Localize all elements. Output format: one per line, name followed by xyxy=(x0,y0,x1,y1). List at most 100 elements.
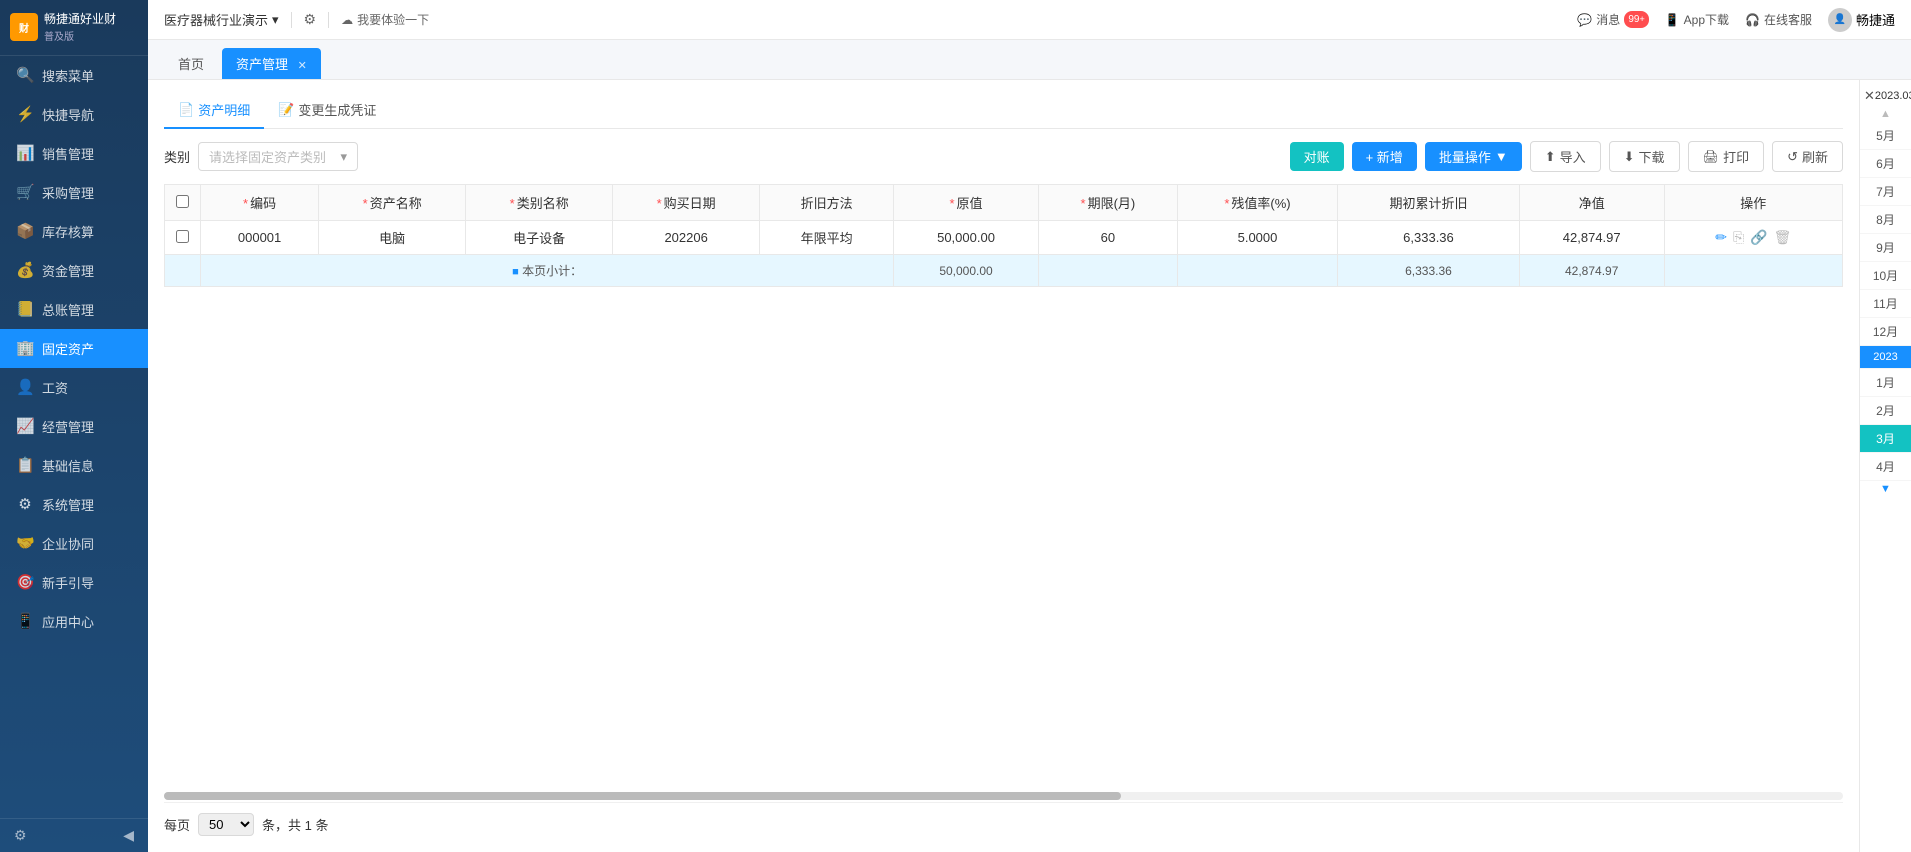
company-selector[interactable]: 医疗器械行业演示 ▾ xyxy=(164,10,279,29)
col-name: *资产名称 xyxy=(319,185,466,221)
print-button[interactable]: 🖨 打印 xyxy=(1688,141,1765,172)
inventory-icon: 📦 xyxy=(16,222,34,240)
sidebar-item-funds[interactable]: 💰 资金管理 xyxy=(0,251,148,290)
tab-asset-mgmt[interactable]: 资产管理 ✕ xyxy=(222,48,321,79)
cell-code: 000001 xyxy=(201,221,319,255)
sidebar-item-ledger[interactable]: 📒 总账管理 xyxy=(0,290,148,329)
sidebar-item-search[interactable]: 🔍 搜索菜单 xyxy=(0,56,148,95)
rp-month-12[interactable]: 12月 xyxy=(1860,318,1911,346)
sidebar-item-inventory[interactable]: 📦 库存核算 xyxy=(0,212,148,251)
settings-icon[interactable]: ⚙ xyxy=(304,11,317,28)
rp-month-8[interactable]: 8月 xyxy=(1860,206,1911,234)
apps-icon: 📱 xyxy=(16,612,34,630)
batch-button[interactable]: 批量操作 ▼ xyxy=(1425,142,1522,171)
cell-depreciation-method: 年限平均 xyxy=(760,221,894,255)
copy-icon[interactable]: ⎘ xyxy=(1733,229,1744,246)
sidebar-item-apps[interactable]: 📱 应用中心 xyxy=(0,602,148,641)
category-filter[interactable]: 请选择固定资产类别 ▾ xyxy=(198,142,358,171)
rp-month-2[interactable]: 2月 xyxy=(1860,397,1911,425)
edit-icon[interactable]: ✏ xyxy=(1715,229,1727,246)
page-content: 📄 资产明细 📝 变更生成凭证 类别 请选择固定资产类别 ▾ xyxy=(148,80,1911,852)
settings-bottom-icon[interactable]: ⚙ xyxy=(14,827,27,844)
avatar: 👤 xyxy=(1828,8,1852,32)
rp-month-3-active[interactable]: 3月 xyxy=(1860,425,1911,453)
username: 畅捷通 xyxy=(1856,10,1895,29)
link-icon[interactable]: 🔗 xyxy=(1750,229,1767,246)
rp-month-10[interactable]: 10月 xyxy=(1860,262,1911,290)
sidebar-item-label: 库存核算 xyxy=(42,222,94,241)
rp-month-7[interactable]: 7月 xyxy=(1860,178,1911,206)
message-btn[interactable]: 💬 消息 99+ xyxy=(1577,11,1648,28)
sidebar-item-label: 应用中心 xyxy=(42,612,94,631)
horizontal-scrollbar[interactable] xyxy=(164,790,1843,802)
toolbar: 类别 请选择固定资产类别 ▾ 对账 + 新增 批量操作 ▼ xyxy=(164,141,1843,172)
sidebar-item-system[interactable]: ⚙ 系统管理 xyxy=(0,485,148,524)
sidebar-item-guide[interactable]: 🎯 新手引导 xyxy=(0,563,148,602)
col-depreciation-method: 折旧方法 xyxy=(760,185,894,221)
sidebar-item-coop[interactable]: 🤝 企业协同 xyxy=(0,524,148,563)
sidebar-item-operations[interactable]: 📈 经营管理 xyxy=(0,407,148,446)
cell-operations: ✏ ⎘ 🔗 🗑 xyxy=(1664,221,1842,255)
rp-month-6[interactable]: 6月 xyxy=(1860,150,1911,178)
per-page-select[interactable]: 50 100 200 xyxy=(198,813,254,836)
online-service-btn[interactable]: 🎧 在线客服 xyxy=(1745,11,1812,28)
col-residual-rate: *残值率(%) xyxy=(1177,185,1337,221)
logo-text: 畅捷通好业财 xyxy=(44,12,116,28)
chevron-down-icon: ▼ xyxy=(1495,149,1508,164)
coop-icon: 🤝 xyxy=(16,534,34,552)
download-button[interactable]: ⬇ 下载 xyxy=(1609,141,1680,172)
topbar-divider xyxy=(291,12,292,28)
rp-month-5[interactable]: 5月 xyxy=(1860,122,1911,150)
cell-category: 电子设备 xyxy=(466,221,613,255)
ledger-icon: 📒 xyxy=(16,300,34,318)
sidebar-item-purchase[interactable]: 🛒 采购管理 xyxy=(0,173,148,212)
rp-year-label: 2023.03 xyxy=(1875,90,1911,102)
refresh-button[interactable]: ↺ 刷新 xyxy=(1772,141,1843,172)
tab-close-icon[interactable]: ✕ xyxy=(298,60,307,72)
purchase-icon: 🛒 xyxy=(16,183,34,201)
rp-month-9[interactable]: 9月 xyxy=(1860,234,1911,262)
guide-icon: 🎯 xyxy=(16,573,34,591)
sidebar-item-fixed[interactable]: 🏢 固定资产 xyxy=(0,329,148,368)
rp-header: ✕ 2023.03 ⤢ xyxy=(1860,86,1911,106)
basic-icon: 📋 xyxy=(16,456,34,474)
payroll-icon: 👤 xyxy=(16,378,34,396)
sidebar-item-payroll[interactable]: 👤 工资 xyxy=(0,368,148,407)
row-checkbox[interactable] xyxy=(176,230,189,243)
document-icon: 📄 xyxy=(178,102,194,118)
rp-month-4[interactable]: 4月 xyxy=(1860,453,1911,481)
toolbar-actions: 对账 + 新增 批量操作 ▼ ⬆ 导入 ⬇ 下载 xyxy=(1290,141,1843,172)
add-button[interactable]: + 新增 xyxy=(1352,142,1417,171)
topbar-divider2 xyxy=(328,12,329,28)
cloud-icon: ☁ xyxy=(341,13,353,27)
experience-btn[interactable]: ☁ 我要体验一下 xyxy=(341,11,429,28)
sidebar-item-basic[interactable]: 📋 基础信息 xyxy=(0,446,148,485)
sidebar-item-label: 新手引导 xyxy=(42,573,94,592)
tab-home[interactable]: 首页 xyxy=(164,48,218,79)
export-icon: ⬆ xyxy=(1545,149,1556,165)
sidebar-item-sales[interactable]: 📊 销售管理 xyxy=(0,134,148,173)
toolbar-filters: 类别 请选择固定资产类别 ▾ xyxy=(164,142,1280,171)
reconcile-button[interactable]: 对账 xyxy=(1290,142,1344,171)
export-button[interactable]: ⬆ 导入 xyxy=(1530,141,1601,172)
rp-down-arrow[interactable]: ▼ xyxy=(1860,481,1911,497)
row-op-icons: ✏ ⎘ 🔗 🗑 xyxy=(1675,229,1832,246)
subtab-asset-detail[interactable]: 📄 资产明细 xyxy=(164,92,264,129)
delete-icon[interactable]: 🗑 xyxy=(1774,229,1792,246)
company-name: 医疗器械行业演示 xyxy=(164,10,268,29)
row-checkbox-cell xyxy=(165,221,201,255)
rp-month-1[interactable]: 1月 xyxy=(1860,369,1911,397)
sidebar-item-quicknav[interactable]: ⚡ 快捷导航 xyxy=(0,95,148,134)
select-all-checkbox[interactable] xyxy=(176,195,189,208)
sidebar-item-label: 资金管理 xyxy=(42,261,94,280)
rp-up-arrow[interactable]: ▲ xyxy=(1860,106,1911,122)
per-page-label: 每页 xyxy=(164,815,190,834)
rp-month-11[interactable]: 11月 xyxy=(1860,290,1911,318)
rp-close-icon[interactable]: ✕ xyxy=(1864,88,1875,104)
operations-icon: 📈 xyxy=(16,417,34,435)
app-download-btn[interactable]: 📱 App下载 xyxy=(1665,11,1729,28)
user-menu[interactable]: 👤 畅捷通 xyxy=(1828,8,1895,32)
collapse-icon[interactable]: ◀ xyxy=(123,827,134,844)
subtab-change-voucher[interactable]: 📝 变更生成凭证 xyxy=(264,92,390,129)
message-badge: 99+ xyxy=(1624,11,1648,28)
